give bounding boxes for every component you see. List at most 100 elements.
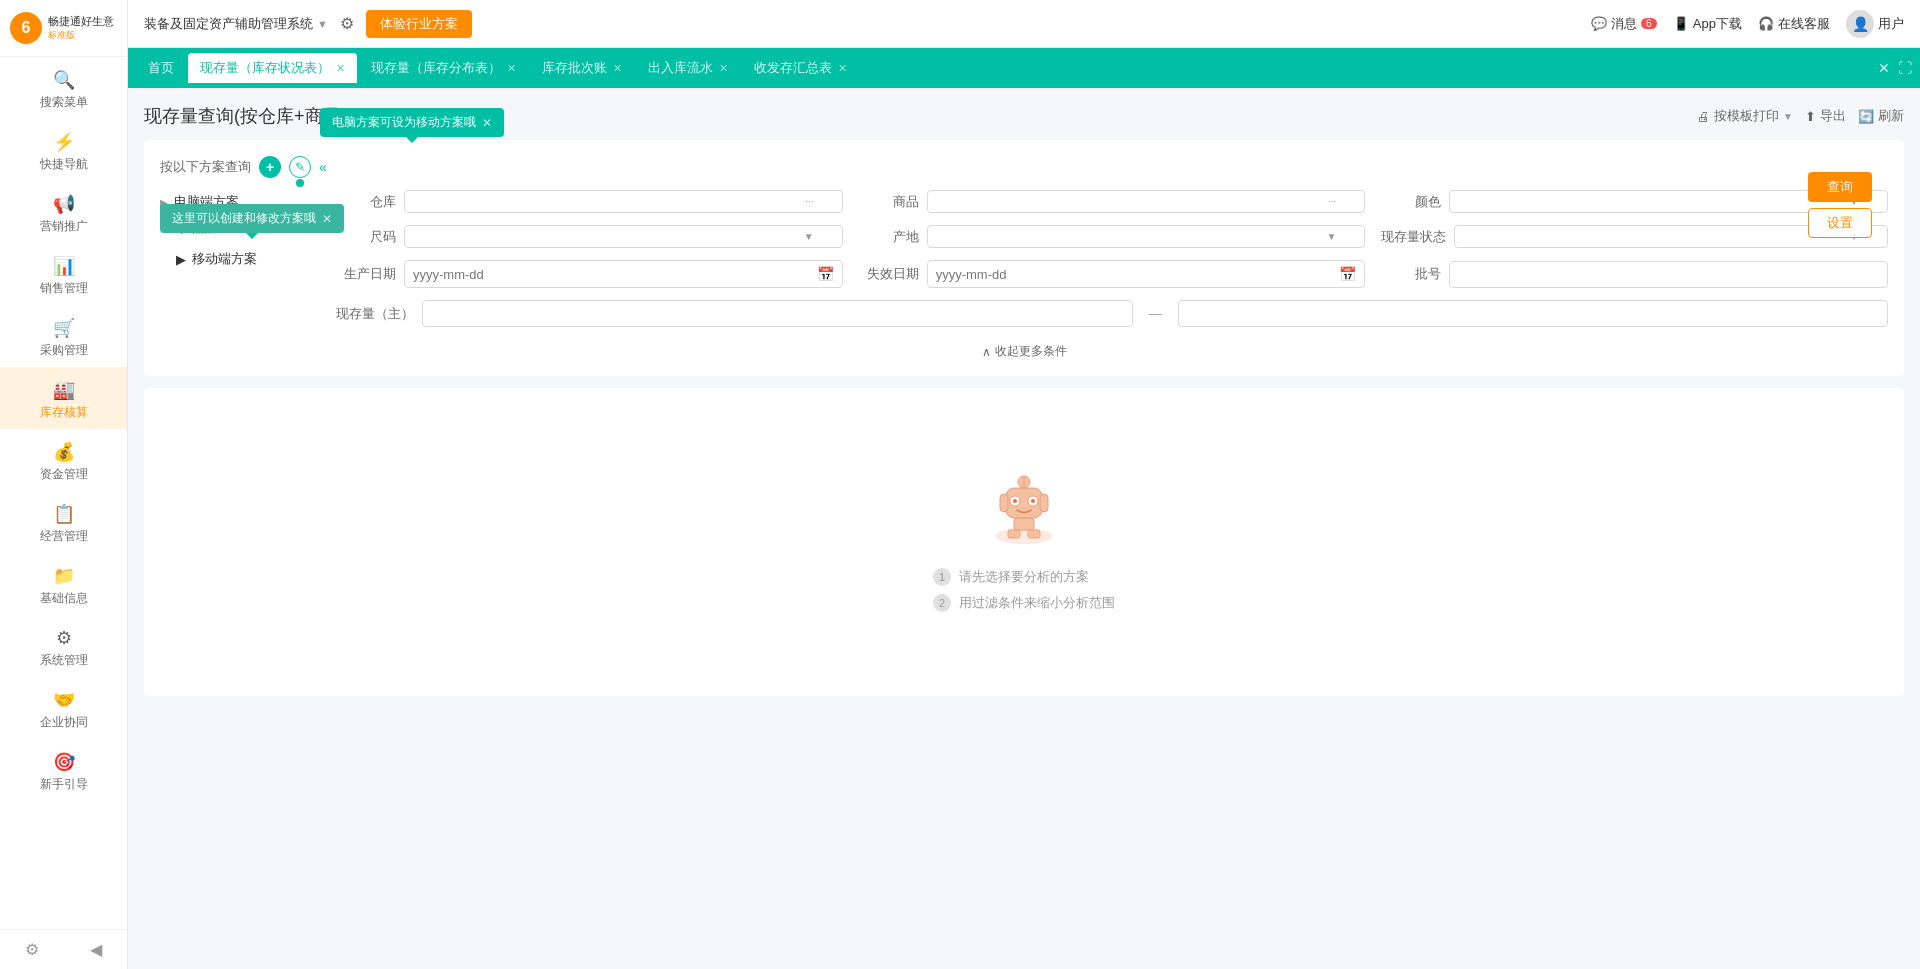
svg-point-4 xyxy=(1013,499,1017,503)
prod-date-input[interactable]: 📅 xyxy=(404,260,843,288)
calendar-icon-prod[interactable]: 📅 xyxy=(817,266,834,282)
search-btn[interactable]: 查询 xyxy=(1808,172,1872,202)
svg-rect-9 xyxy=(1008,530,1020,538)
guide-icon: 🎯 xyxy=(53,751,75,773)
operation-icon: 📋 xyxy=(53,503,75,525)
user-btn[interactable]: 👤 用户 xyxy=(1846,10,1904,38)
collapse-btn[interactable]: ∧ 收起更多条件 xyxy=(982,343,1067,360)
svg-rect-7 xyxy=(1040,494,1048,512)
close-all-tabs-icon[interactable]: ✕ xyxy=(1878,60,1890,76)
tab-close-inventory-dist[interactable]: ✕ xyxy=(507,62,516,75)
refresh-btn[interactable]: 🔄 刷新 xyxy=(1858,107,1904,125)
filter-add-btn[interactable]: + xyxy=(259,156,281,178)
system-icon: ⚙ xyxy=(56,627,72,649)
headset-icon: 🎧 xyxy=(1758,16,1774,31)
tooltip-scheme-close[interactable]: ✕ xyxy=(482,116,492,130)
batch-input[interactable] xyxy=(1449,261,1888,288)
svg-rect-10 xyxy=(1028,530,1040,538)
dot-indicator xyxy=(296,179,304,187)
sidebar-item-operation[interactable]: 📋 经营管理 xyxy=(0,491,127,553)
warehouse-input[interactable]: ··· xyxy=(404,190,843,213)
tooltip-create-close[interactable]: ✕ xyxy=(322,212,332,226)
stock-main-input-end[interactable] xyxy=(1178,300,1889,327)
origin-dropdown-icon: ▼ xyxy=(1326,231,1336,242)
field-batch: 批号 xyxy=(1381,261,1888,288)
expire-date-field[interactable] xyxy=(936,267,1336,282)
sidebar-item-purchase[interactable]: 🛒 采购管理 xyxy=(0,305,127,367)
edit-icon: ✎ xyxy=(295,160,305,174)
print-icon: 🖨 xyxy=(1697,109,1710,124)
sidebar-item-guide[interactable]: 🎯 新手引导 xyxy=(0,739,127,801)
size-dropdown-icon: ▼ xyxy=(804,231,814,242)
sidebar-item-enterprise[interactable]: 🤝 企业协同 xyxy=(0,677,127,739)
prod-date-field[interactable] xyxy=(413,267,813,282)
tab-close-in-out-flow[interactable]: ✕ xyxy=(719,62,728,75)
export-btn[interactable]: ⬆ 导出 xyxy=(1805,107,1846,125)
finance-icon: 💰 xyxy=(53,441,75,463)
sidebar-item-system[interactable]: ⚙ 系统管理 xyxy=(0,615,127,677)
settings-gear-icon[interactable]: ⚙ xyxy=(340,14,354,33)
filter-header: 按以下方案查询 + ✎ « 电脑方案可设为移动方案哦 ✕ xyxy=(160,156,1888,178)
sidebar-collapse-btn[interactable]: ◀ xyxy=(90,940,102,959)
sidebar-item-inventory[interactable]: 🏭 库存核算 xyxy=(0,367,127,429)
tab-inventory-status[interactable]: 现存量（库存状况表） ✕ xyxy=(188,53,357,83)
filter-edit-btn[interactable]: ✎ xyxy=(289,156,311,178)
field-origin: 产地 ▼ xyxy=(859,225,1366,248)
sidebar-item-basic[interactable]: 📁 基础信息 xyxy=(0,553,127,615)
sidebar-item-sales[interactable]: 📊 销售管理 xyxy=(0,243,127,305)
tab-receipt-summary[interactable]: 收发存汇总表 ✕ xyxy=(742,53,859,83)
field-size: 尺码 ▼ xyxy=(336,225,843,248)
online-support-btn[interactable]: 🎧 在线客服 xyxy=(1758,15,1830,33)
print-btn[interactable]: 🖨 按模板打印 ▼ xyxy=(1697,107,1793,125)
sales-icon: 📊 xyxy=(53,255,75,277)
quick-icon: ⚡ xyxy=(53,131,75,153)
tab-close-inventory-batch[interactable]: ✕ xyxy=(613,62,622,75)
sidebar-item-finance[interactable]: 💰 资金管理 xyxy=(0,429,127,491)
refresh-icon: 🔄 xyxy=(1858,109,1874,124)
reset-btn[interactable]: 设置 xyxy=(1808,208,1872,238)
export-icon: ⬆ xyxy=(1805,109,1816,124)
system-selector[interactable]: 装备及固定资产辅助管理系统 ▼ xyxy=(144,15,328,33)
sidebar-item-quick[interactable]: ⚡ 快捷导航 xyxy=(0,119,127,181)
tab-inventory-dist[interactable]: 现存量（库存分布表） ✕ xyxy=(359,53,528,83)
main-area: 装备及固定资产辅助管理系统 ▼ ⚙ 体验行业方案 💬 消息 6 📱 App下载 … xyxy=(128,0,1920,969)
range-separator: — xyxy=(1141,306,1170,321)
origin-input[interactable]: ▼ xyxy=(927,225,1366,248)
basic-icon: 📁 xyxy=(53,565,75,587)
tab-close-receipt-summary[interactable]: ✕ xyxy=(838,62,847,75)
logo-text: 畅捷通好生意 标准版 xyxy=(48,14,114,41)
message-icon: 💬 xyxy=(1591,16,1607,31)
mobile-arrow-icon: ▶ xyxy=(176,252,186,267)
enterprise-icon: 🤝 xyxy=(53,689,75,711)
sidebar-logo: 6 畅捷通好生意 标准版 xyxy=(0,0,127,57)
goods-input[interactable]: ··· xyxy=(927,190,1366,213)
stock-main-input[interactable] xyxy=(422,300,1133,327)
svg-point-5 xyxy=(1031,499,1035,503)
expire-date-input[interactable]: 📅 xyxy=(927,260,1366,288)
page-actions: 🖨 按模板打印 ▼ ⬆ 导出 🔄 刷新 xyxy=(1697,107,1904,125)
filter-panel: 按以下方案查询 + ✎ « 电脑方案可设为移动方案哦 ✕ xyxy=(144,140,1904,376)
content-area: 现存量查询(按仓库+商品) 🖨 按模板打印 ▼ ⬆ 导出 🔄 刷新 xyxy=(128,88,1920,969)
tab-home[interactable]: 首页 xyxy=(136,53,186,83)
size-input[interactable]: ▼ xyxy=(404,225,843,248)
app-download-btn[interactable]: 📱 App下载 xyxy=(1673,15,1742,33)
tabbar: 首页 现存量（库存状况表） ✕ 现存量（库存分布表） ✕ 库存批次账 ✕ 出入库… xyxy=(128,48,1920,88)
sidebar-settings-btn[interactable]: ⚙ xyxy=(25,940,39,959)
search-btn-group: 查询 设置 xyxy=(1808,172,1872,238)
filter-fields: 仓库 ··· 商品 xyxy=(336,190,1888,335)
tab-inventory-batch[interactable]: 库存批次账 ✕ xyxy=(530,53,634,83)
calendar-icon-expire[interactable]: 📅 xyxy=(1339,266,1356,282)
trial-btn[interactable]: 体验行业方案 xyxy=(366,10,472,38)
sidebar: 6 畅捷通好生意 标准版 🔍 搜索菜单 ⚡ 快捷导航 📢 营销推广 📊 销售管理… xyxy=(0,0,128,969)
sidebar-item-marketing[interactable]: 📢 营销推广 xyxy=(0,181,127,243)
expand-icon[interactable]: ⛶ xyxy=(1898,60,1912,76)
mobile-icon: 📱 xyxy=(1673,16,1689,31)
filter-back-btn[interactable]: « xyxy=(319,159,327,175)
tab-in-out-flow[interactable]: 出入库流水 ✕ xyxy=(636,53,740,83)
tab-close-inventory-status[interactable]: ✕ xyxy=(336,62,345,75)
marketing-icon: 📢 xyxy=(53,193,75,215)
mobile-scheme-item[interactable]: ▶ 移动端方案 xyxy=(160,247,320,271)
message-btn[interactable]: 💬 消息 6 xyxy=(1591,15,1657,33)
field-goods: 商品 ··· xyxy=(859,190,1366,213)
sidebar-item-search[interactable]: 🔍 搜索菜单 xyxy=(0,57,127,119)
